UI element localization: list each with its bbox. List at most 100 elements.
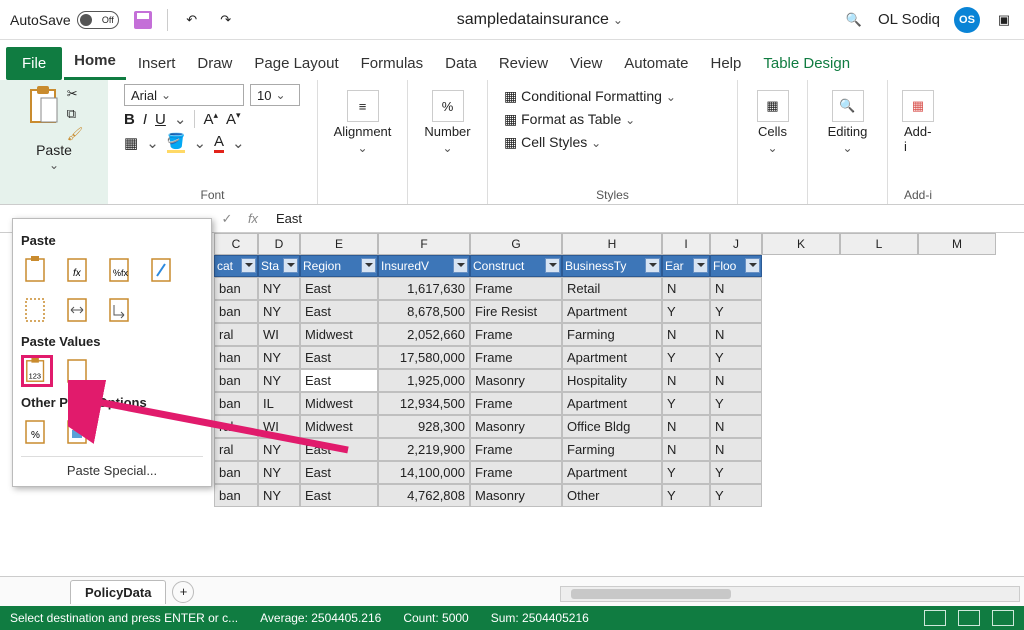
col-header[interactable]: J: [710, 233, 762, 255]
italic-button[interactable]: I: [143, 111, 147, 128]
table-cell[interactable]: Office Bldg: [562, 415, 662, 438]
table-cell[interactable]: Masonry: [470, 369, 562, 392]
filter-icon[interactable]: [361, 258, 376, 273]
table-row[interactable]: banNYEast14,100,000FrameApartmentYY: [214, 461, 762, 484]
table-cell[interactable]: Frame: [470, 346, 562, 369]
table-header-cell[interactable]: Floo: [710, 255, 762, 277]
table-cell[interactable]: N: [710, 323, 762, 346]
ribbon-mode-icon[interactable]: ▣: [994, 10, 1014, 30]
table-cell[interactable]: Apartment: [562, 461, 662, 484]
table-cell[interactable]: Apartment: [562, 346, 662, 369]
table-cell[interactable]: N: [662, 277, 710, 300]
table-cell[interactable]: 12,934,500: [378, 392, 470, 415]
table-cell[interactable]: Apartment: [562, 392, 662, 415]
table-header-cell[interactable]: Region: [300, 255, 378, 277]
file-tab[interactable]: File: [6, 47, 62, 80]
tab-insert[interactable]: Insert: [128, 47, 186, 80]
paste-formulas-icon[interactable]: fx: [63, 254, 95, 286]
col-header[interactable]: E: [300, 233, 378, 255]
table-cell[interactable]: Y: [710, 484, 762, 507]
paste-keep-source-icon[interactable]: [147, 254, 179, 286]
borders-icon[interactable]: ▦: [124, 134, 138, 152]
table-header-cell[interactable]: Sta: [258, 255, 300, 277]
paste-no-borders-icon[interactable]: [21, 294, 53, 326]
table-cell[interactable]: East: [300, 300, 378, 323]
table-cell[interactable]: NY: [258, 346, 300, 369]
table-cell[interactable]: Frame: [470, 438, 562, 461]
filter-icon[interactable]: [283, 258, 298, 273]
paste-all-icon[interactable]: [21, 254, 53, 286]
page-layout-icon[interactable]: [958, 610, 980, 626]
tab-automate[interactable]: Automate: [614, 47, 698, 80]
col-header[interactable]: K: [762, 233, 840, 255]
format-painter-icon[interactable]: 🖌: [67, 126, 84, 142]
cut-icon[interactable]: ✂: [67, 86, 84, 102]
increase-font-icon[interactable]: A▴: [203, 110, 218, 128]
table-cell[interactable]: Other: [562, 484, 662, 507]
font-color-icon[interactable]: A: [214, 133, 224, 153]
table-cell[interactable]: Frame: [470, 461, 562, 484]
underline-button[interactable]: U: [155, 111, 166, 128]
paste-formatting-icon[interactable]: %: [21, 416, 53, 448]
table-cell[interactable]: Frame: [470, 392, 562, 415]
table-header-cell[interactable]: Ear: [662, 255, 710, 277]
col-header[interactable]: F: [378, 233, 470, 255]
tab-home[interactable]: Home: [64, 44, 126, 80]
table-cell[interactable]: N: [662, 323, 710, 346]
table-cell[interactable]: Farming: [562, 438, 662, 461]
table-cell[interactable]: East: [300, 484, 378, 507]
filter-icon[interactable]: [645, 258, 660, 273]
table-cell[interactable]: ban: [214, 300, 258, 323]
table-cell[interactable]: NY: [258, 461, 300, 484]
col-header[interactable]: L: [840, 233, 918, 255]
copy-icon[interactable]: ⧉: [67, 106, 84, 122]
col-header[interactable]: G: [470, 233, 562, 255]
table-cell[interactable]: Hospitality: [562, 369, 662, 392]
table-row[interactable]: hanNYEast17,580,000FrameApartmentYY: [214, 346, 762, 369]
table-cell[interactable]: N: [710, 415, 762, 438]
table-cell[interactable]: 8,678,500: [378, 300, 470, 323]
table-cell[interactable]: Y: [710, 300, 762, 323]
table-cell[interactable]: N: [710, 277, 762, 300]
paste-dropdown-icon[interactable]: ⌄: [49, 158, 59, 172]
horizontal-scrollbar[interactable]: [560, 586, 1020, 602]
formula-input[interactable]: East: [266, 211, 302, 226]
table-header-cell[interactable]: BusinessTy: [562, 255, 662, 277]
table-cell[interactable]: Frame: [470, 323, 562, 346]
table-cell[interactable]: 4,762,808: [378, 484, 470, 507]
toggle-off-icon[interactable]: Off: [77, 11, 119, 29]
table-cell[interactable]: 2,219,900: [378, 438, 470, 461]
tab-data[interactable]: Data: [435, 47, 487, 80]
cell-styles-button[interactable]: ▦ Cell Styles ⌄: [504, 134, 721, 151]
filter-icon[interactable]: [453, 258, 468, 273]
table-cell[interactable]: ban: [214, 484, 258, 507]
table-cell[interactable]: N: [662, 438, 710, 461]
table-header-cell[interactable]: cat: [214, 255, 258, 277]
table-cell[interactable]: 14,100,000: [378, 461, 470, 484]
bold-button[interactable]: B: [124, 111, 135, 128]
table-cell[interactable]: WI: [258, 323, 300, 346]
paste-transpose-icon[interactable]: [105, 294, 137, 326]
col-header[interactable]: M: [918, 233, 996, 255]
save-icon[interactable]: [133, 10, 153, 30]
table-cell[interactable]: Y: [662, 300, 710, 323]
table-cell[interactable]: NY: [258, 300, 300, 323]
table-cell[interactable]: Midwest: [300, 323, 378, 346]
format-as-table-button[interactable]: ▦ Format as Table ⌄: [504, 111, 721, 128]
filter-icon[interactable]: [745, 258, 760, 273]
table-cell[interactable]: Y: [710, 461, 762, 484]
conditional-formatting-button[interactable]: ▦ Conditional Formatting ⌄: [504, 88, 721, 105]
table-row[interactable]: banNYEast8,678,500Fire ResistApartmentYY: [214, 300, 762, 323]
table-cell[interactable]: Farming: [562, 323, 662, 346]
fill-color-icon[interactable]: 🪣: [167, 132, 186, 153]
number-format-icon[interactable]: %: [432, 90, 464, 122]
table-cell[interactable]: Y: [662, 392, 710, 415]
table-cell[interactable]: 2,052,660: [378, 323, 470, 346]
tab-view[interactable]: View: [560, 47, 612, 80]
paste-button[interactable]: Paste: [36, 142, 72, 158]
autosave-toggle[interactable]: AutoSave Off: [10, 11, 119, 29]
table-cell[interactable]: 1,617,630: [378, 277, 470, 300]
tab-page-layout[interactable]: Page Layout: [244, 47, 348, 80]
tab-review[interactable]: Review: [489, 47, 558, 80]
table-cell[interactable]: East: [300, 277, 378, 300]
